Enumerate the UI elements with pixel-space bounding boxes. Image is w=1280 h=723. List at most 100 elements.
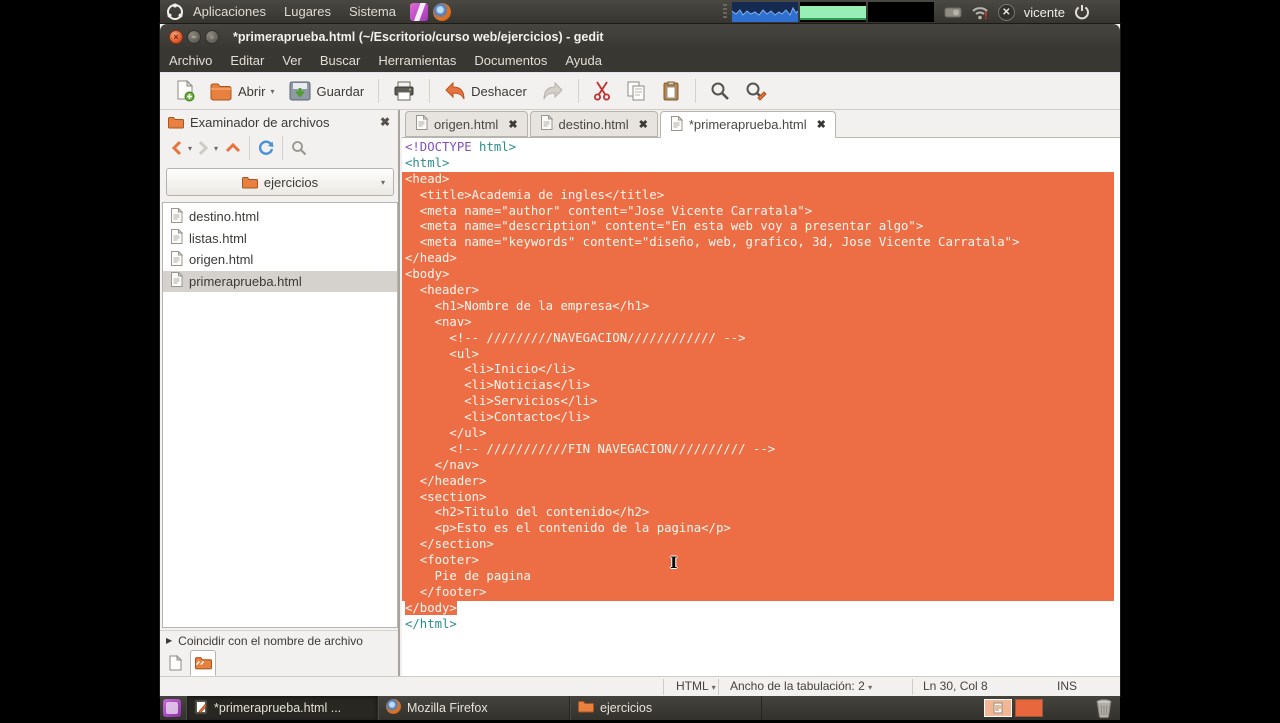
code-line[interactable]: <section> xyxy=(402,489,1114,506)
tab-destino.html[interactable]: destino.html ✖ xyxy=(529,111,658,137)
print-button[interactable] xyxy=(388,78,420,104)
copy-button[interactable] xyxy=(621,78,651,104)
code-line[interactable]: <!-- ///////////FIN NAVEGACION//////////… xyxy=(402,441,1114,458)
code-line[interactable]: <meta name="author" content="Jose Vicent… xyxy=(402,203,1114,220)
cut-button[interactable] xyxy=(588,78,616,104)
code-line[interactable]: <meta name="description" content="En est… xyxy=(402,219,1114,236)
code-line[interactable]: <footer> xyxy=(402,553,1114,570)
user-status-icon[interactable]: ✕ xyxy=(997,3,1015,21)
window-minimize-button[interactable]: − xyxy=(187,30,201,44)
open-dropdown-icon[interactable]: ▾ xyxy=(270,87,274,96)
refresh-icon[interactable] xyxy=(258,140,274,156)
match-filename-expander[interactable]: ▶ Coincidir con el nombre de archivo xyxy=(160,630,398,650)
applet-handle[interactable] xyxy=(722,4,727,20)
workspace-1[interactable] xyxy=(984,699,1012,717)
search-button[interactable] xyxy=(705,78,735,104)
forward-icon[interactable] xyxy=(196,140,210,156)
panel-menu-sistema[interactable]: Sistema xyxy=(340,0,405,24)
device-indicator-icon[interactable] xyxy=(944,5,962,19)
menu-ayuda[interactable]: Ayuda xyxy=(556,50,611,72)
menu-editar[interactable]: Editar xyxy=(221,50,273,72)
video-editor-launcher-icon[interactable] xyxy=(409,3,428,21)
language-selector[interactable]: HTML ▾ xyxy=(676,677,716,697)
code-line[interactable]: <meta name="keywords" content="diseño, w… xyxy=(402,235,1114,252)
paste-button[interactable] xyxy=(656,78,686,104)
system-monitor-applet[interactable] xyxy=(720,2,934,22)
code-line[interactable]: <!-- /////////NAVEGACION//////////// --> xyxy=(402,330,1114,347)
code-line[interactable]: <li>Inicio</li> xyxy=(402,362,1114,379)
code-line[interactable]: <p>Esto es el contenido de la pagina</p> xyxy=(402,521,1114,538)
redo-button[interactable] xyxy=(537,79,569,103)
code-line[interactable]: </section> xyxy=(402,537,1114,554)
up-icon[interactable] xyxy=(225,140,241,156)
workspace-2[interactable] xyxy=(1015,699,1043,717)
code-line[interactable]: <nav> xyxy=(402,314,1114,331)
menu-archivo[interactable]: Archivo xyxy=(160,50,221,72)
wifi-indicator-icon[interactable]: ! xyxy=(971,5,989,20)
code-line[interactable]: </html> xyxy=(402,617,1114,633)
tab-width-selector[interactable]: Ancho de la tabulación: 2 ▾ xyxy=(730,677,872,697)
code-line[interactable]: <h1>Nombre de la empresa</h1> xyxy=(402,298,1114,315)
code-line[interactable]: <body> xyxy=(402,267,1114,284)
file-row[interactable]: origen.html xyxy=(163,249,397,271)
forward-history-dropdown-icon[interactable]: ▾ xyxy=(214,144,218,153)
power-icon[interactable] xyxy=(1074,4,1090,20)
code-line[interactable]: <!DOCTYPE html> xyxy=(402,140,1114,156)
tab-close-icon[interactable]: ✖ xyxy=(817,118,826,131)
window-close-button[interactable]: × xyxy=(169,30,183,44)
file-row[interactable]: destino.html xyxy=(163,206,397,228)
save-button[interactable]: Guardar xyxy=(284,78,369,104)
code-line[interactable]: <h2>Titulo del contenido</h2> xyxy=(402,505,1114,522)
file-browser-panel-tab[interactable] xyxy=(190,650,216,676)
window-maximize-button[interactable]: ▫ xyxy=(205,30,219,44)
menu-ver[interactable]: Ver xyxy=(273,50,311,72)
code-line[interactable]: <li>Servicios</li> xyxy=(402,394,1114,411)
session-username[interactable]: vicente xyxy=(1024,5,1065,20)
tab-origen.html[interactable]: origen.html ✖ xyxy=(405,111,528,137)
trash-icon[interactable] xyxy=(1094,698,1114,723)
code-line[interactable]: </nav> xyxy=(402,457,1114,474)
tab-close-icon[interactable]: ✖ xyxy=(639,118,648,131)
show-desktop-button[interactable] xyxy=(163,699,181,717)
menu-herramientas[interactable]: Herramientas xyxy=(369,50,465,72)
panel-menu-lugares[interactable]: Lugares xyxy=(275,0,340,24)
file-row[interactable]: primeraprueba.html xyxy=(163,270,397,292)
gedit-icon xyxy=(194,699,208,714)
panel-menu-aplicaciones[interactable]: Aplicaciones xyxy=(184,0,275,24)
menu-documentos[interactable]: Documentos xyxy=(465,50,556,72)
text-editor[interactable]: <!DOCTYPE html> <html> <head> <title>Acade… xyxy=(402,138,1120,676)
back-icon[interactable] xyxy=(170,140,184,156)
tab-close-icon[interactable]: ✖ xyxy=(508,118,517,131)
code-line[interactable]: </footer> xyxy=(402,584,1114,601)
code-line[interactable]: <li>Noticias</li> xyxy=(402,378,1114,395)
undo-button[interactable]: Deshacer xyxy=(439,79,532,103)
code-line[interactable]: </header> xyxy=(402,473,1114,490)
code-line[interactable]: <header> xyxy=(402,283,1114,299)
documents-panel-tab[interactable] xyxy=(162,650,188,676)
location-combobox[interactable]: ejercicios ▾ xyxy=(166,168,394,196)
back-history-dropdown-icon[interactable]: ▾ xyxy=(188,144,192,153)
titlebar[interactable]: × − ▫ *primeraprueba.html (~/Escritorio/… xyxy=(160,24,1120,50)
code-line[interactable]: </head> xyxy=(402,251,1114,268)
firefox-launcher-icon[interactable] xyxy=(432,3,451,21)
new-document-button[interactable] xyxy=(170,77,200,105)
code-line[interactable]: </body> xyxy=(402,600,1114,617)
taskbar-firefox[interactable]: Mozilla Firefox xyxy=(378,696,570,720)
taskbar-folder[interactable]: ejercicios xyxy=(570,696,762,720)
menu-buscar[interactable]: Buscar xyxy=(311,50,369,72)
code-line[interactable]: </ul> xyxy=(402,426,1114,442)
file-row[interactable]: listas.html xyxy=(163,228,397,250)
code-line[interactable]: <title>Academia de ingles</title> xyxy=(402,187,1114,204)
replace-button[interactable] xyxy=(740,78,772,104)
filter-search-icon[interactable] xyxy=(291,140,307,156)
open-button[interactable]: Abrir ▾ xyxy=(205,79,279,104)
taskbar-gedit[interactable]: *primeraprueba.html ... xyxy=(186,696,378,720)
panel-close-icon[interactable]: ✖ xyxy=(380,115,390,129)
code-line[interactable]: <li>Contacto</li> xyxy=(402,410,1114,427)
code-line[interactable]: <ul> xyxy=(402,346,1114,363)
code-line[interactable]: <html> xyxy=(402,156,1114,172)
code-line[interactable]: <head> xyxy=(402,171,1114,188)
tab-primeraprueba.html[interactable]: *primeraprueba.html ✖ xyxy=(659,111,836,138)
code-line[interactable]: Pie de pagina xyxy=(402,569,1114,585)
distro-logo-icon[interactable] xyxy=(166,3,184,21)
